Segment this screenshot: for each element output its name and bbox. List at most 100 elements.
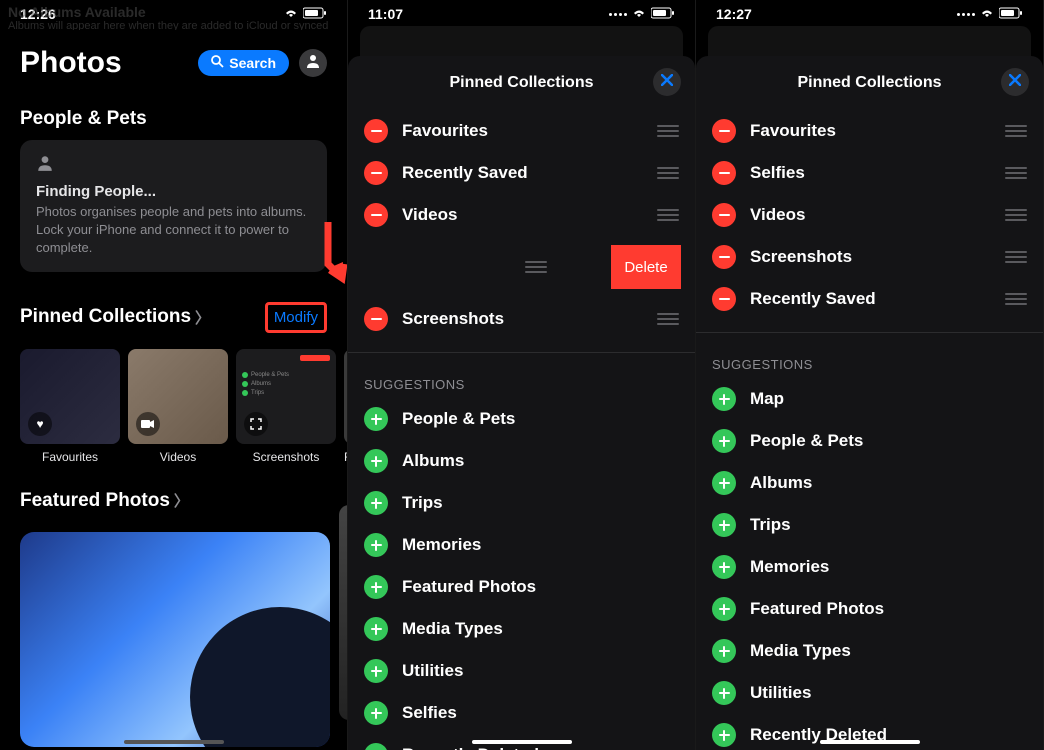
home-indicator[interactable] (820, 740, 920, 744)
drag-handle[interactable] (1005, 293, 1027, 305)
featured-photos-header[interactable]: Featured Photos 〉 (0, 464, 347, 522)
list-row[interactable]: Memories (348, 524, 695, 566)
list-row[interactable]: Featured Photos (348, 566, 695, 608)
minus-icon (719, 256, 730, 258)
add-button[interactable] (364, 575, 388, 599)
list-row[interactable]: Favourites (348, 110, 695, 152)
remove-button[interactable] (712, 161, 736, 185)
collection-item-favourites[interactable]: ♥ Favourites (20, 349, 120, 464)
drag-handle[interactable] (1005, 209, 1027, 221)
drag-handle[interactable] (657, 313, 679, 325)
list-row[interactable]: Screenshots (348, 298, 695, 340)
list-row[interactable]: Videos (348, 194, 695, 236)
list-row[interactable]: Recently Saved (696, 278, 1043, 320)
collection-item-screenshots[interactable]: People & Pets Albums Trips Screenshots (236, 349, 336, 464)
drag-handle[interactable] (1005, 251, 1027, 263)
remove-button[interactable] (712, 287, 736, 311)
pinned-collections-sheet: Pinned Collections FavouritesSelfiesVide… (696, 56, 1043, 750)
video-icon (136, 412, 160, 436)
drag-handle[interactable] (657, 167, 679, 179)
add-button[interactable] (364, 491, 388, 515)
home-indicator[interactable] (472, 740, 572, 744)
add-button[interactable] (712, 387, 736, 411)
close-icon (1009, 73, 1021, 91)
remove-button[interactable] (712, 119, 736, 143)
add-button[interactable] (712, 681, 736, 705)
list-row[interactable]: Trips (348, 482, 695, 524)
profile-button[interactable] (299, 49, 327, 77)
list-row[interactable]: Albums (348, 440, 695, 482)
status-bar: 11:07 (348, 0, 695, 26)
modify-button[interactable]: Modify (265, 302, 327, 333)
pinned-list: FavouritesRecently SavedVideosapDeleteSc… (348, 110, 695, 340)
list-row[interactable]: Map (696, 378, 1043, 420)
suggestions-list: MapPeople & PetsAlbumsTripsMemoriesFeatu… (696, 378, 1043, 750)
add-button[interactable] (364, 659, 388, 683)
delete-button[interactable]: Delete (611, 245, 681, 289)
add-button[interactable] (712, 471, 736, 495)
drag-handle[interactable] (525, 261, 547, 273)
add-button[interactable] (364, 449, 388, 473)
add-button[interactable] (712, 513, 736, 537)
people-pets-header[interactable]: People & Pets (0, 90, 347, 140)
add-button[interactable] (712, 555, 736, 579)
remove-button[interactable] (364, 161, 388, 185)
row-label: Media Types (750, 641, 1027, 661)
remove-button[interactable] (364, 307, 388, 331)
drag-handle[interactable] (1005, 125, 1027, 137)
list-row[interactable]: Selfies (696, 152, 1043, 194)
search-button[interactable]: Search (198, 50, 289, 76)
drag-handle[interactable] (657, 125, 679, 137)
row-label: Favourites (750, 121, 991, 141)
search-label: Search (229, 55, 276, 71)
remove-button[interactable] (364, 119, 388, 143)
list-row[interactable]: Recently Deleted (696, 714, 1043, 750)
home-indicator[interactable] (124, 740, 224, 744)
close-button[interactable] (653, 68, 681, 96)
list-row-swiped[interactable]: apDelete (348, 236, 695, 298)
collection-item-videos[interactable]: Videos (128, 349, 228, 464)
list-row[interactable]: Media Types (696, 630, 1043, 672)
battery-icon (999, 6, 1023, 22)
list-row[interactable]: Favourites (696, 110, 1043, 152)
remove-button[interactable] (364, 203, 388, 227)
collection-item-more[interactable]: R (344, 349, 347, 464)
list-row[interactable]: Media Types (348, 608, 695, 650)
pinned-title[interactable]: Pinned Collections 〉 (20, 306, 210, 328)
status-time: 11:07 (368, 6, 403, 22)
people-pets-label: People & Pets (20, 108, 147, 130)
list-row[interactable]: Videos (696, 194, 1043, 236)
list-row[interactable]: Albums (696, 462, 1043, 504)
pinned-collections-row[interactable]: ♥ Favourites Videos People & Pets Albums… (0, 341, 347, 464)
drag-handle[interactable] (657, 209, 679, 221)
list-row[interactable]: Utilities (696, 672, 1043, 714)
list-row[interactable]: Screenshots (696, 236, 1043, 278)
remove-button[interactable] (712, 203, 736, 227)
add-button[interactable] (712, 597, 736, 621)
list-row[interactable]: Recently Saved (348, 152, 695, 194)
list-row[interactable]: Selfies (348, 692, 695, 734)
add-button[interactable] (712, 429, 736, 453)
minus-icon (371, 318, 382, 320)
remove-button[interactable] (712, 245, 736, 269)
list-row[interactable]: Utilities (348, 650, 695, 692)
featured-photo-thumbnail[interactable] (20, 532, 330, 747)
list-row[interactable]: Featured Photos (696, 588, 1043, 630)
add-button[interactable] (712, 639, 736, 663)
close-button[interactable] (1001, 68, 1029, 96)
add-button[interactable] (712, 723, 736, 747)
add-button[interactable] (364, 617, 388, 641)
chevron-right-icon: 〉 (195, 307, 210, 328)
people-pets-card: Finding People... Photos organises peopl… (20, 140, 327, 272)
add-button[interactable] (364, 743, 388, 750)
add-button[interactable] (364, 701, 388, 725)
list-row[interactable]: Memories (696, 546, 1043, 588)
list-row[interactable]: People & Pets (696, 420, 1043, 462)
featured-photo-next[interactable] (339, 505, 348, 720)
faded-body: Albums will appear here when they are ad… (8, 20, 339, 30)
list-row[interactable]: People & Pets (348, 398, 695, 440)
add-button[interactable] (364, 407, 388, 431)
drag-handle[interactable] (1005, 167, 1027, 179)
list-row[interactable]: Trips (696, 504, 1043, 546)
add-button[interactable] (364, 533, 388, 557)
